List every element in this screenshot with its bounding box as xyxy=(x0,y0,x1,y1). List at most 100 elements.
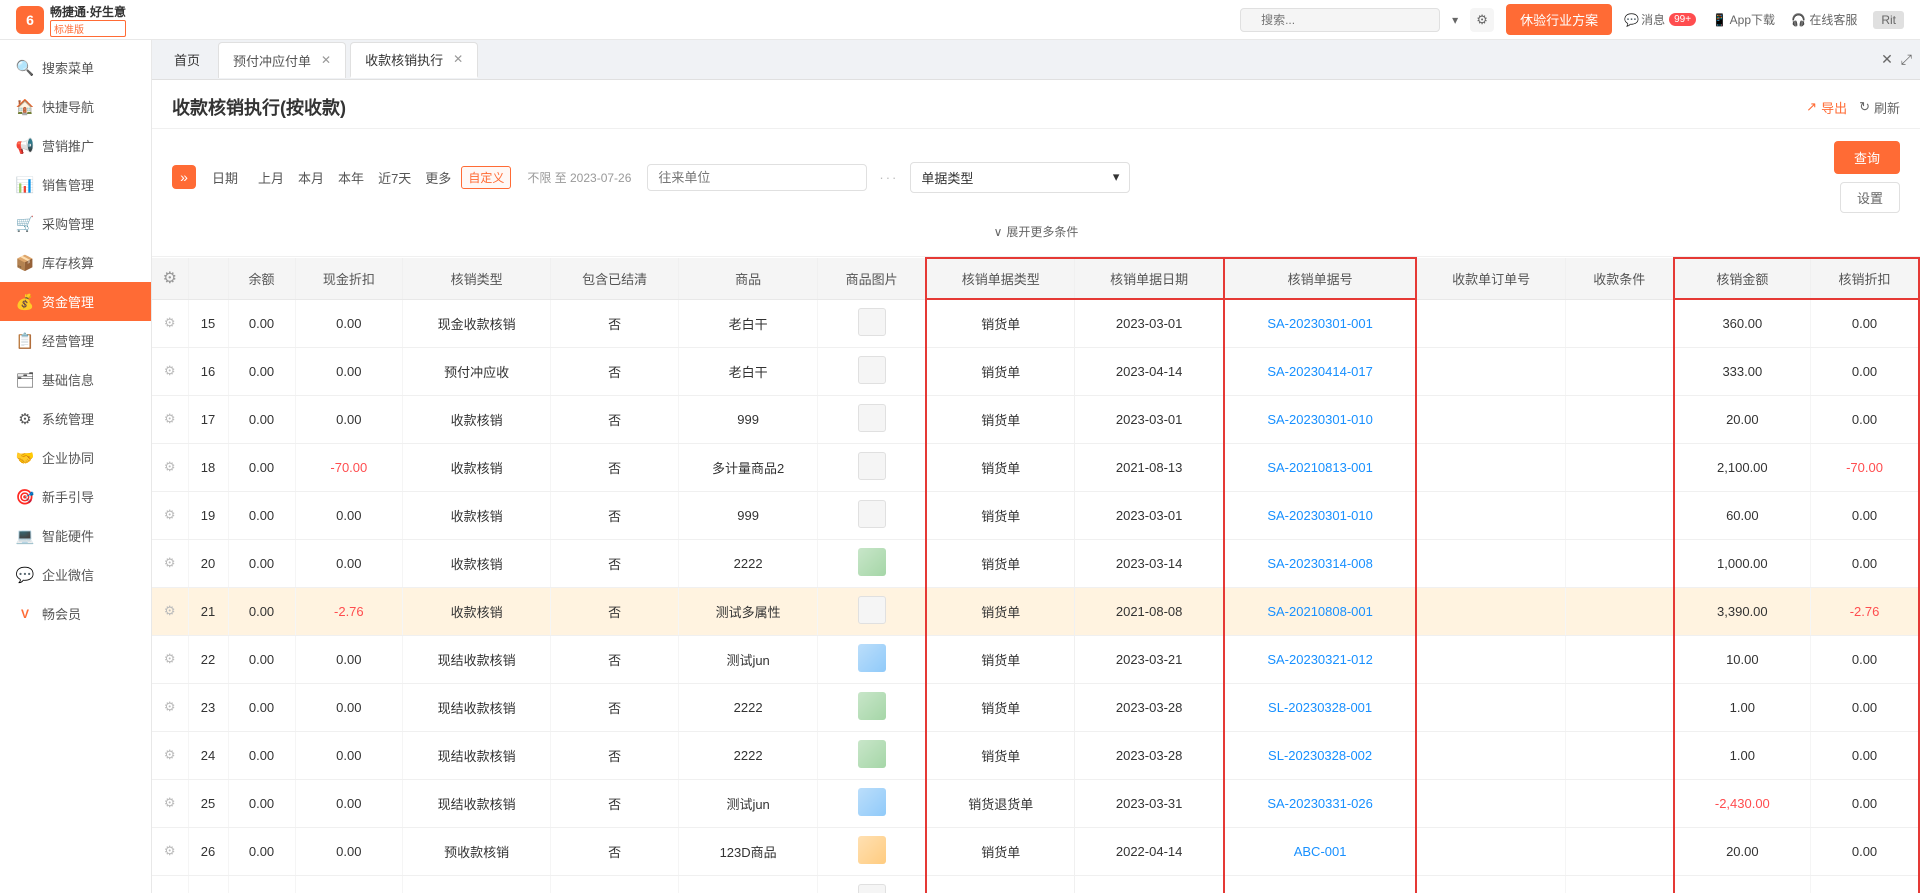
bill-no-link[interactable]: SA-20230321-012 xyxy=(1267,652,1373,667)
refresh-button[interactable]: ↻ 刷新 xyxy=(1859,98,1900,117)
td-settings[interactable]: ⚙ xyxy=(152,395,188,443)
td-settings[interactable]: ⚙ xyxy=(152,539,188,587)
gear-icon[interactable]: ⚙ xyxy=(1470,8,1494,32)
chevron-down-icon: ∨ xyxy=(994,225,1003,239)
sidebar-item-search[interactable]: 🔍 搜索菜单 xyxy=(0,48,151,87)
td-bill-no[interactable]: SA-20230321-012 xyxy=(1224,635,1417,683)
td-bill-no[interactable]: SL-20230328-002 xyxy=(1224,731,1417,779)
td-cash-discount: 0.00 xyxy=(295,731,403,779)
bill-no-link[interactable]: SA-20230301-010 xyxy=(1267,508,1373,523)
td-balance: 0.00 xyxy=(228,635,295,683)
row-gear-icon: ⚙ xyxy=(164,843,176,858)
sidebar-item-guide[interactable]: 🎯 新手引导 xyxy=(0,477,151,516)
tab-collection-close[interactable]: ✕ xyxy=(453,52,463,66)
sidebar-item-sales[interactable]: 📊 销售管理 xyxy=(0,165,151,204)
sidebar-item-hardware[interactable]: 💻 智能硬件 xyxy=(0,516,151,555)
td-bill-no[interactable]: SL-20230408-001 xyxy=(1224,875,1417,893)
page-header: 收款核销执行(按收款) ↗ 导出 ↻ 刷新 xyxy=(152,80,1920,129)
setting-button[interactable]: 设置 xyxy=(1840,182,1900,213)
filter-expand-button[interactable]: » xyxy=(172,165,196,189)
bill-no-link[interactable]: SA-20230301-001 xyxy=(1267,316,1373,331)
td-settings[interactable]: ⚙ xyxy=(152,491,188,539)
table-row: ⚙ 24 0.00 0.00 现结收款核销 否 2222 销货单 2023-03… xyxy=(152,731,1919,779)
td-bill-type: 销货单 xyxy=(926,731,1075,779)
bill-no-link[interactable]: SL-20230328-001 xyxy=(1268,700,1372,715)
td-bill-no[interactable]: SA-20210808-001 xyxy=(1224,587,1417,635)
tab-prepay[interactable]: 预付冲应付单 ✕ xyxy=(218,42,346,78)
bill-no-link[interactable]: SA-20230331-026 xyxy=(1267,796,1373,811)
partner-input[interactable] xyxy=(647,164,867,191)
tab-close-all-icon[interactable]: ✕ xyxy=(1881,51,1893,68)
date-tab-7days[interactable]: 近7天 xyxy=(374,166,415,189)
td-settings[interactable]: ⚙ xyxy=(152,443,188,491)
td-settings[interactable]: ⚙ xyxy=(152,683,188,731)
search-input[interactable] xyxy=(1240,8,1440,32)
td-settings[interactable]: ⚙ xyxy=(152,587,188,635)
td-bill-no[interactable]: SA-20230414-017 xyxy=(1224,347,1417,395)
solution-button[interactable]: 休验行业方案 xyxy=(1506,4,1612,35)
date-tab-custom[interactable]: 自定义 xyxy=(461,166,511,189)
app-download[interactable]: 📱 App下载 xyxy=(1712,11,1775,28)
sidebar-item-purchase[interactable]: 🛒 采购管理 xyxy=(0,204,151,243)
td-bill-no[interactable]: SA-20230301-001 xyxy=(1224,299,1417,347)
td-settings[interactable]: ⚙ xyxy=(152,299,188,347)
bill-no-link[interactable]: SA-20230314-008 xyxy=(1267,556,1373,571)
tab-collection[interactable]: 收款核销执行 ✕ xyxy=(350,42,478,78)
td-bill-no[interactable]: SA-20230301-010 xyxy=(1224,395,1417,443)
date-tab-this-year[interactable]: 本年 xyxy=(334,166,368,189)
tab-home[interactable]: 首页 xyxy=(160,42,214,78)
expand-more-button[interactable]: ∨ 展开更多条件 xyxy=(172,219,1900,244)
td-bill-no[interactable]: SA-20230314-008 xyxy=(1224,539,1417,587)
data-table: ⚙ 余额 现金折扣 核销类型 包含已结清 商品 商品图片 核销单据类型 核销单据… xyxy=(152,257,1920,893)
online-service[interactable]: 🎧 在线客服 xyxy=(1791,11,1857,28)
sidebar-item-wechat[interactable]: 💬 企业微信 xyxy=(0,555,151,594)
sidebar-item-inventory[interactable]: 📦 库存核算 xyxy=(0,243,151,282)
query-button[interactable]: 查询 xyxy=(1834,141,1900,174)
td-bill-no[interactable]: SA-20230331-026 xyxy=(1224,779,1417,827)
td-settings[interactable]: ⚙ xyxy=(152,635,188,683)
date-tab-more[interactable]: 更多 xyxy=(421,166,455,189)
td-settings[interactable]: ⚙ xyxy=(152,347,188,395)
td-writeoff-amount: 1,000.00 xyxy=(1674,539,1811,587)
message-icon[interactable]: 💬 消息 99+ xyxy=(1624,11,1696,28)
bill-no-link[interactable]: ABC-001 xyxy=(1294,844,1347,859)
td-bill-no[interactable]: SA-20210813-001 xyxy=(1224,443,1417,491)
bill-no-link[interactable]: SA-20210813-001 xyxy=(1267,460,1373,475)
bill-no-link[interactable]: SA-20210808-001 xyxy=(1267,604,1373,619)
sidebar-item-marketing[interactable]: 📢 营销推广 xyxy=(0,126,151,165)
bill-no-link[interactable]: SA-20230301-010 xyxy=(1267,412,1373,427)
date-tab-last-month[interactable]: 上月 xyxy=(254,166,288,189)
td-receipt-terms xyxy=(1565,587,1673,635)
th-settings[interactable]: ⚙ xyxy=(152,258,188,299)
td-seq: 20 xyxy=(188,539,228,587)
bill-no-link[interactable]: SA-20230414-017 xyxy=(1267,364,1373,379)
tab-prepay-close[interactable]: ✕ xyxy=(321,53,331,67)
td-bill-no[interactable]: ABC-001 xyxy=(1224,827,1417,875)
td-goods: 测试jun xyxy=(679,635,818,683)
td-settings[interactable]: ⚙ xyxy=(152,827,188,875)
sidebar-item-member[interactable]: V 畅会员 xyxy=(0,594,151,633)
tab-expand-icon[interactable]: ⤢ xyxy=(1901,51,1912,68)
td-balance: 0.00 xyxy=(228,779,295,827)
td-settings[interactable]: ⚙ xyxy=(152,731,188,779)
dropdown-arrow[interactable]: ▾ xyxy=(1452,13,1458,27)
td-bill-no[interactable]: SL-20230328-001 xyxy=(1224,683,1417,731)
sidebar-item-system[interactable]: ⚙ 系统管理 xyxy=(0,399,151,438)
sidebar-item-operation[interactable]: 📋 经营管理 xyxy=(0,321,151,360)
date-tab-this-month[interactable]: 本月 xyxy=(294,166,328,189)
td-include-settled: 否 xyxy=(551,779,679,827)
bill-no-link[interactable]: SL-20230328-002 xyxy=(1268,748,1372,763)
sidebar-item-shortcut[interactable]: 🏠 快捷导航 xyxy=(0,87,151,126)
settings-gear-icon[interactable]: ⚙ xyxy=(163,270,177,287)
export-button[interactable]: ↗ 导出 xyxy=(1806,98,1847,117)
sidebar-item-corp[interactable]: 🤝 企业协同 xyxy=(0,438,151,477)
sidebar-item-basic[interactable]: 🗂 基础信息 xyxy=(0,360,151,399)
td-settings[interactable]: ⚙ xyxy=(152,779,188,827)
sidebar-item-finance[interactable]: 💰 资金管理 xyxy=(0,282,151,321)
user-label[interactable]: Rit xyxy=(1873,11,1904,29)
data-table-container[interactable]: ⚙ 余额 现金折扣 核销类型 包含已结清 商品 商品图片 核销单据类型 核销单据… xyxy=(152,257,1920,893)
td-seq: 24 xyxy=(188,731,228,779)
td-settings[interactable]: ⚙ xyxy=(152,875,188,893)
td-bill-no[interactable]: SA-20230301-010 xyxy=(1224,491,1417,539)
bill-type-select[interactable]: 单据类型 ▾ xyxy=(910,162,1130,193)
